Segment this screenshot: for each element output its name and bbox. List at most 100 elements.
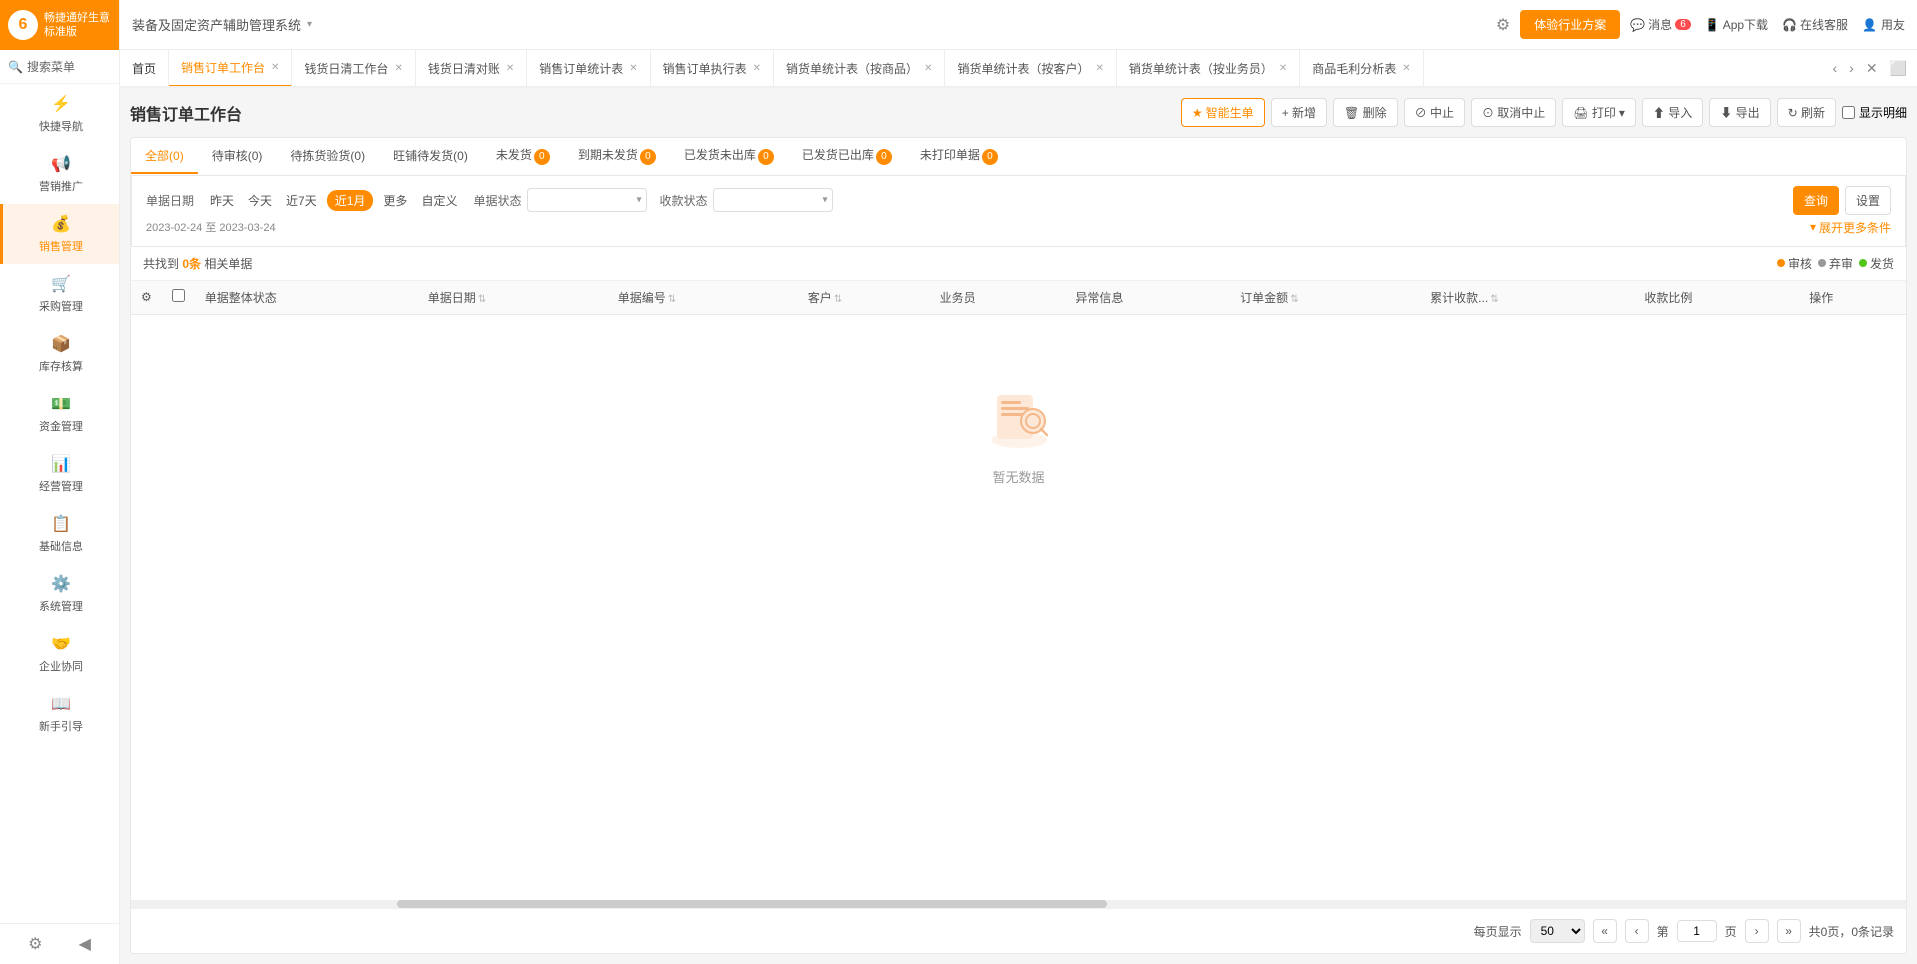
show-detail-checkbox[interactable]: 显示明细 — [1842, 104, 1907, 121]
sidebar-logo: 6 畅捷通好生意 标准版 — [0, 0, 119, 50]
sidebar-item-operations[interactable]: 📊 经营管理 — [0, 444, 119, 504]
date-opt-custom[interactable]: 自定义 — [417, 190, 461, 211]
settings-icon[interactable]: ⚙ — [28, 934, 42, 954]
count-number: 0条 — [182, 257, 201, 271]
th-number[interactable]: 单据编号⇅ — [608, 281, 798, 315]
tab-close-all-btn[interactable]: ✕ — [1862, 58, 1882, 79]
subtab-all[interactable]: 全部(0) — [131, 139, 198, 174]
sidebar-item-system[interactable]: ⚙️ 系统管理 — [0, 564, 119, 624]
delete-btn[interactable]: 🗑 删除 — [1333, 98, 1398, 127]
date-opt-7days[interactable]: 近7天 — [282, 190, 321, 211]
refresh-btn[interactable]: ↻ 刷新 — [1777, 98, 1836, 127]
status-select[interactable] — [527, 188, 647, 212]
tab-close-cash-daily[interactable]: ✕ — [394, 63, 402, 74]
th-checkbox[interactable] — [162, 281, 195, 315]
tab-close-margin-analysis[interactable]: ✕ — [1402, 63, 1410, 74]
print-btn[interactable]: 🖨 打印 ▾ — [1562, 98, 1636, 127]
subtab-pending-review[interactable]: 待审核(0) — [198, 139, 277, 174]
tab-home[interactable]: 首页 — [120, 50, 169, 87]
tab-close-cash-account[interactable]: ✕ — [506, 63, 514, 74]
collapse-icon[interactable]: ◀ — [79, 934, 91, 954]
settings-query-btn[interactable]: 设置 — [1845, 186, 1891, 215]
sidebar-item-enterprise[interactable]: 🤝 企业协同 — [0, 624, 119, 684]
sidebar-item-sales[interactable]: 💰 销售管理 — [0, 204, 119, 264]
user-menu[interactable]: 👤 用友 — [1862, 16, 1905, 33]
sidebar-item-purchase[interactable]: 🛒 采购管理 — [0, 264, 119, 324]
sidebar-search[interactable]: 🔍 搜索菜单 — [0, 50, 119, 84]
subtab-expired[interactable]: 到期未发货0 — [564, 138, 670, 175]
tab-close-sales-workbench[interactable]: ✕ — [271, 62, 279, 73]
export-btn[interactable]: ⬇ 导出 — [1709, 98, 1770, 127]
tab-prev-btn[interactable]: ‹ — [1828, 58, 1841, 78]
th-date[interactable]: 单据日期⇅ — [418, 281, 608, 315]
prev-page-btn[interactable]: ‹ — [1625, 919, 1649, 943]
app-download-action[interactable]: 📱 App下载 — [1705, 16, 1768, 33]
add-btn[interactable]: + 新增 — [1271, 98, 1327, 127]
page-size-select[interactable]: 50 10 20 100 — [1530, 919, 1585, 943]
tab-summary-staff[interactable]: 销货单统计表（按业务员） ✕ — [1117, 50, 1300, 87]
last-page-btn[interactable]: » — [1777, 919, 1801, 943]
experience-btn[interactable]: 体验行业方案 — [1520, 10, 1620, 39]
tab-sales-exec[interactable]: 销售订单执行表 ✕ — [651, 50, 774, 87]
tab-summary-product[interactable]: 销货单统计表（按商品） ✕ — [774, 50, 945, 87]
sidebar-item-quick-nav[interactable]: ⚡ 快捷导航 — [0, 84, 119, 144]
th-collected[interactable]: 累计收款...⇅ — [1420, 281, 1634, 315]
suspend-btn[interactable]: ⊘ 中止 — [1404, 98, 1465, 127]
sidebar-item-marketing[interactable]: 📢 营销推广 — [0, 144, 119, 204]
subtab-not-printed[interactable]: 未打印单据0 — [906, 138, 1012, 175]
date-opt-1month[interactable]: 近1月 — [327, 190, 374, 211]
th-amount[interactable]: 订单金额⇅ — [1230, 281, 1420, 315]
subtab-shipped-not-out[interactable]: 已发货未出库0 — [670, 138, 788, 175]
date-opt-today[interactable]: 今天 — [244, 190, 276, 211]
tab-close-summary-staff[interactable]: ✕ — [1279, 63, 1287, 74]
date-opt-yesterday[interactable]: 昨天 — [206, 190, 238, 211]
tab-close-sales-exec[interactable]: ✕ — [753, 63, 761, 74]
tab-maximize-btn[interactable]: ⬜ — [1886, 58, 1911, 79]
scroll-thumb[interactable] — [397, 900, 1107, 908]
basic-icon: 📋 — [51, 514, 71, 534]
tab-sales-stats[interactable]: 销售订单统计表 ✕ — [527, 50, 650, 87]
topbar-actions: 💬 消息 6 📱 App下载 🎧 在线客服 👤 用友 — [1630, 16, 1905, 33]
empty-text: 暂无数据 — [992, 467, 1044, 486]
sidebar-item-inventory[interactable]: 📦 库存核算 — [0, 324, 119, 384]
select-all-checkbox[interactable] — [172, 289, 185, 302]
tab-close-sales-stats[interactable]: ✕ — [629, 63, 637, 74]
sidebar-item-finance[interactable]: 💵 资金管理 — [0, 384, 119, 444]
payment-select[interactable] — [713, 188, 833, 212]
tab-close-summary-product[interactable]: ✕ — [924, 63, 932, 74]
tab-cash-daily[interactable]: 钱货日清工作台 ✕ — [292, 50, 415, 87]
tab-close-summary-customer[interactable]: ✕ — [1095, 63, 1103, 74]
horizontal-scrollbar[interactable] — [131, 900, 1906, 908]
topbar-settings-icon[interactable]: ⚙ — [1496, 15, 1510, 35]
payment-select-wrap[interactable] — [713, 188, 833, 212]
subtab-shipped-out[interactable]: 已发货已出库0 — [788, 138, 906, 175]
page-input[interactable] — [1677, 920, 1717, 942]
tab-summary-customer[interactable]: 销货单统计表（按客户） ✕ — [945, 50, 1116, 87]
tab-margin-analysis[interactable]: 商品毛利分析表 ✕ — [1300, 50, 1423, 87]
cancel-review-action[interactable]: 弃审 — [1818, 255, 1853, 272]
show-detail-input[interactable] — [1842, 106, 1855, 119]
date-opt-more[interactable]: 更多 — [379, 190, 411, 211]
smart-create-btn[interactable]: ★ 智能生单 — [1181, 98, 1265, 127]
message-action[interactable]: 💬 消息 6 — [1630, 16, 1691, 33]
import-btn[interactable]: ⬆ 导入 — [1642, 98, 1703, 127]
query-btn[interactable]: 查询 — [1793, 186, 1839, 215]
review-action[interactable]: 审核 — [1777, 255, 1812, 272]
expand-filter-btn[interactable]: ▾ 展开更多条件 — [1810, 219, 1891, 236]
ship-action[interactable]: 发货 — [1859, 255, 1894, 272]
tab-sales-workbench[interactable]: 销售订单工作台 ✕ — [169, 50, 292, 87]
cancel-suspend-btn[interactable]: ⊙ 取消中止 — [1471, 98, 1556, 127]
subtab-wangpu[interactable]: 旺铺待发货(0) — [379, 139, 482, 174]
th-customer[interactable]: 客户⇅ — [798, 281, 930, 315]
subtab-not-shipped[interactable]: 未发货0 — [482, 138, 564, 175]
status-select-wrap[interactable] — [527, 188, 647, 212]
online-service-action[interactable]: 🎧 在线客服 — [1782, 16, 1848, 33]
tab-cash-account[interactable]: 钱货日清对账 ✕ — [416, 50, 527, 87]
sidebar-item-guide[interactable]: 📖 新手引导 — [0, 684, 119, 744]
sidebar-item-basic[interactable]: 📋 基础信息 — [0, 504, 119, 564]
tab-next-btn[interactable]: › — [1845, 58, 1858, 78]
next-page-btn[interactable]: › — [1745, 919, 1769, 943]
first-page-btn[interactable]: « — [1593, 919, 1617, 943]
subtab-pending-inspect[interactable]: 待拣货验货(0) — [276, 139, 379, 174]
th-settings[interactable]: ⚙ — [131, 281, 162, 315]
